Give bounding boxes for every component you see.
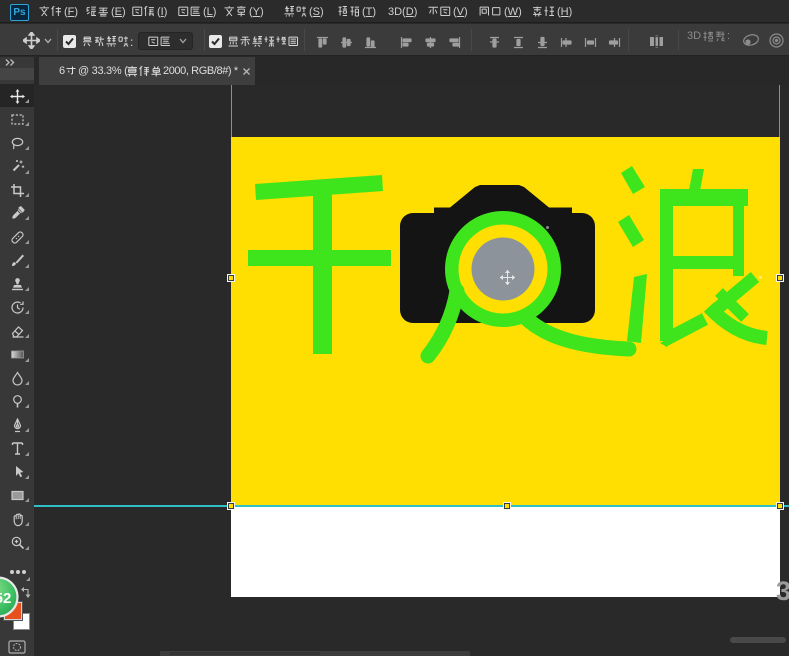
svg-text:52: 52 [0,590,11,607]
